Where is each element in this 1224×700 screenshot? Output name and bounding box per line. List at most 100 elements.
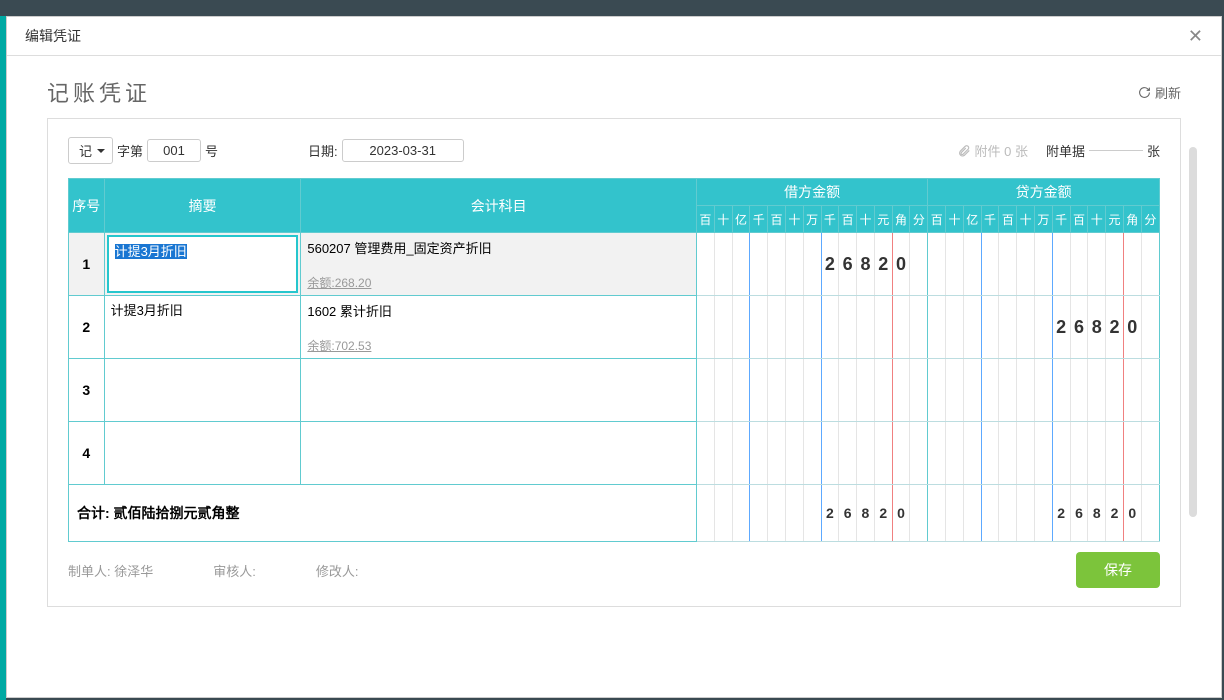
amount-digit[interactable] [803,233,821,296]
amount-digit[interactable] [1070,422,1088,485]
amount-digit[interactable]: 2 [821,233,839,296]
amount-digit[interactable] [1123,359,1141,422]
amount-digit[interactable] [946,233,964,296]
amount-digit[interactable] [697,233,715,296]
amount-digit[interactable] [874,422,892,485]
amount-digit[interactable] [1088,233,1106,296]
amount-digit[interactable]: 2 [874,233,892,296]
amount-digit[interactable] [857,359,875,422]
amount-digit[interactable] [910,359,928,422]
amount-digit[interactable] [697,485,715,542]
amount-digit[interactable] [803,422,821,485]
amount-digit[interactable] [1035,296,1053,359]
amount-digit[interactable] [1141,233,1159,296]
summary-cell[interactable]: 计提3月折旧 [104,233,301,296]
amount-digit[interactable] [714,422,732,485]
amount-digit[interactable] [963,296,981,359]
amount-digit[interactable]: 2 [1106,296,1124,359]
amount-digit[interactable] [946,296,964,359]
amount-digit[interactable] [1035,422,1053,485]
amount-digit[interactable] [963,422,981,485]
attach-sheet-input[interactable] [1089,150,1143,151]
amount-digit[interactable] [785,359,803,422]
amount-digit[interactable] [946,422,964,485]
amount-digit[interactable] [999,233,1017,296]
amount-digit[interactable]: 2 [1052,485,1070,542]
amount-digit[interactable] [928,359,946,422]
amount-digit[interactable] [750,485,768,542]
amount-digit[interactable] [910,485,928,542]
amount-digit[interactable] [999,422,1017,485]
amount-digit[interactable] [839,422,857,485]
attachment-link[interactable]: 附件 0 张 [957,141,1028,160]
amount-digit[interactable] [732,422,750,485]
amount-digit[interactable]: 0 [892,485,910,542]
amount-digit[interactable] [732,485,750,542]
voucher-number-input[interactable]: 001 [147,139,201,162]
amount-digit[interactable] [785,422,803,485]
amount-digit[interactable]: 0 [1123,485,1141,542]
amount-digit[interactable]: 8 [857,485,875,542]
amount-digit[interactable] [1035,485,1053,542]
amount-digit[interactable]: 8 [1088,296,1106,359]
amount-digit[interactable] [981,485,999,542]
amount-digit[interactable] [910,296,928,359]
amount-digit[interactable] [697,296,715,359]
amount-digit[interactable]: 2 [1052,296,1070,359]
amount-digit[interactable] [803,485,821,542]
amount-digit[interactable] [697,422,715,485]
amount-digit[interactable] [892,296,910,359]
account-cell[interactable] [301,422,697,485]
save-button[interactable]: 保存 [1076,552,1160,588]
amount-digit[interactable]: 2 [1106,485,1124,542]
amount-digit[interactable] [785,485,803,542]
refresh-button[interactable]: 刷新 [1138,83,1181,102]
amount-digit[interactable] [1088,422,1106,485]
amount-digit[interactable] [1052,422,1070,485]
amount-digit[interactable] [981,359,999,422]
amount-digit[interactable] [732,359,750,422]
amount-digit[interactable] [768,233,786,296]
amount-digit[interactable] [981,422,999,485]
amount-digit[interactable] [750,422,768,485]
amount-digit[interactable] [981,296,999,359]
amount-digit[interactable] [1088,359,1106,422]
amount-digit[interactable] [946,359,964,422]
amount-digit[interactable] [874,296,892,359]
account-cell[interactable] [301,359,697,422]
amount-digit[interactable] [768,422,786,485]
amount-digit[interactable]: 0 [892,233,910,296]
amount-digit[interactable] [714,296,732,359]
amount-digit[interactable]: 6 [1070,485,1088,542]
amount-digit[interactable] [857,296,875,359]
amount-digit[interactable] [1017,233,1035,296]
amount-digit[interactable] [874,359,892,422]
amount-digit[interactable] [714,485,732,542]
amount-digit[interactable] [963,359,981,422]
amount-digit[interactable] [892,422,910,485]
amount-digit[interactable] [803,296,821,359]
scrollbar[interactable] [1189,147,1197,517]
amount-digit[interactable] [981,233,999,296]
amount-digit[interactable] [821,359,839,422]
amount-digit[interactable] [839,359,857,422]
amount-digit[interactable]: 8 [1088,485,1106,542]
amount-digit[interactable] [1052,359,1070,422]
amount-digit[interactable] [1123,233,1141,296]
amount-digit[interactable] [892,359,910,422]
amount-digit[interactable]: 6 [839,485,857,542]
amount-digit[interactable] [785,296,803,359]
amount-digit[interactable] [928,233,946,296]
amount-digit[interactable] [1070,359,1088,422]
summary-cell[interactable]: 计提3月折旧 [104,296,301,359]
amount-digit[interactable] [963,233,981,296]
amount-digit[interactable] [1052,233,1070,296]
amount-digit[interactable] [1106,359,1124,422]
amount-digit[interactable]: 2 [821,485,839,542]
amount-digit[interactable] [999,296,1017,359]
date-input[interactable]: 2023-03-31 [342,139,464,162]
amount-digit[interactable] [1141,485,1159,542]
amount-digit[interactable] [803,359,821,422]
close-icon[interactable]: ✕ [1188,26,1203,47]
amount-digit[interactable] [1123,422,1141,485]
